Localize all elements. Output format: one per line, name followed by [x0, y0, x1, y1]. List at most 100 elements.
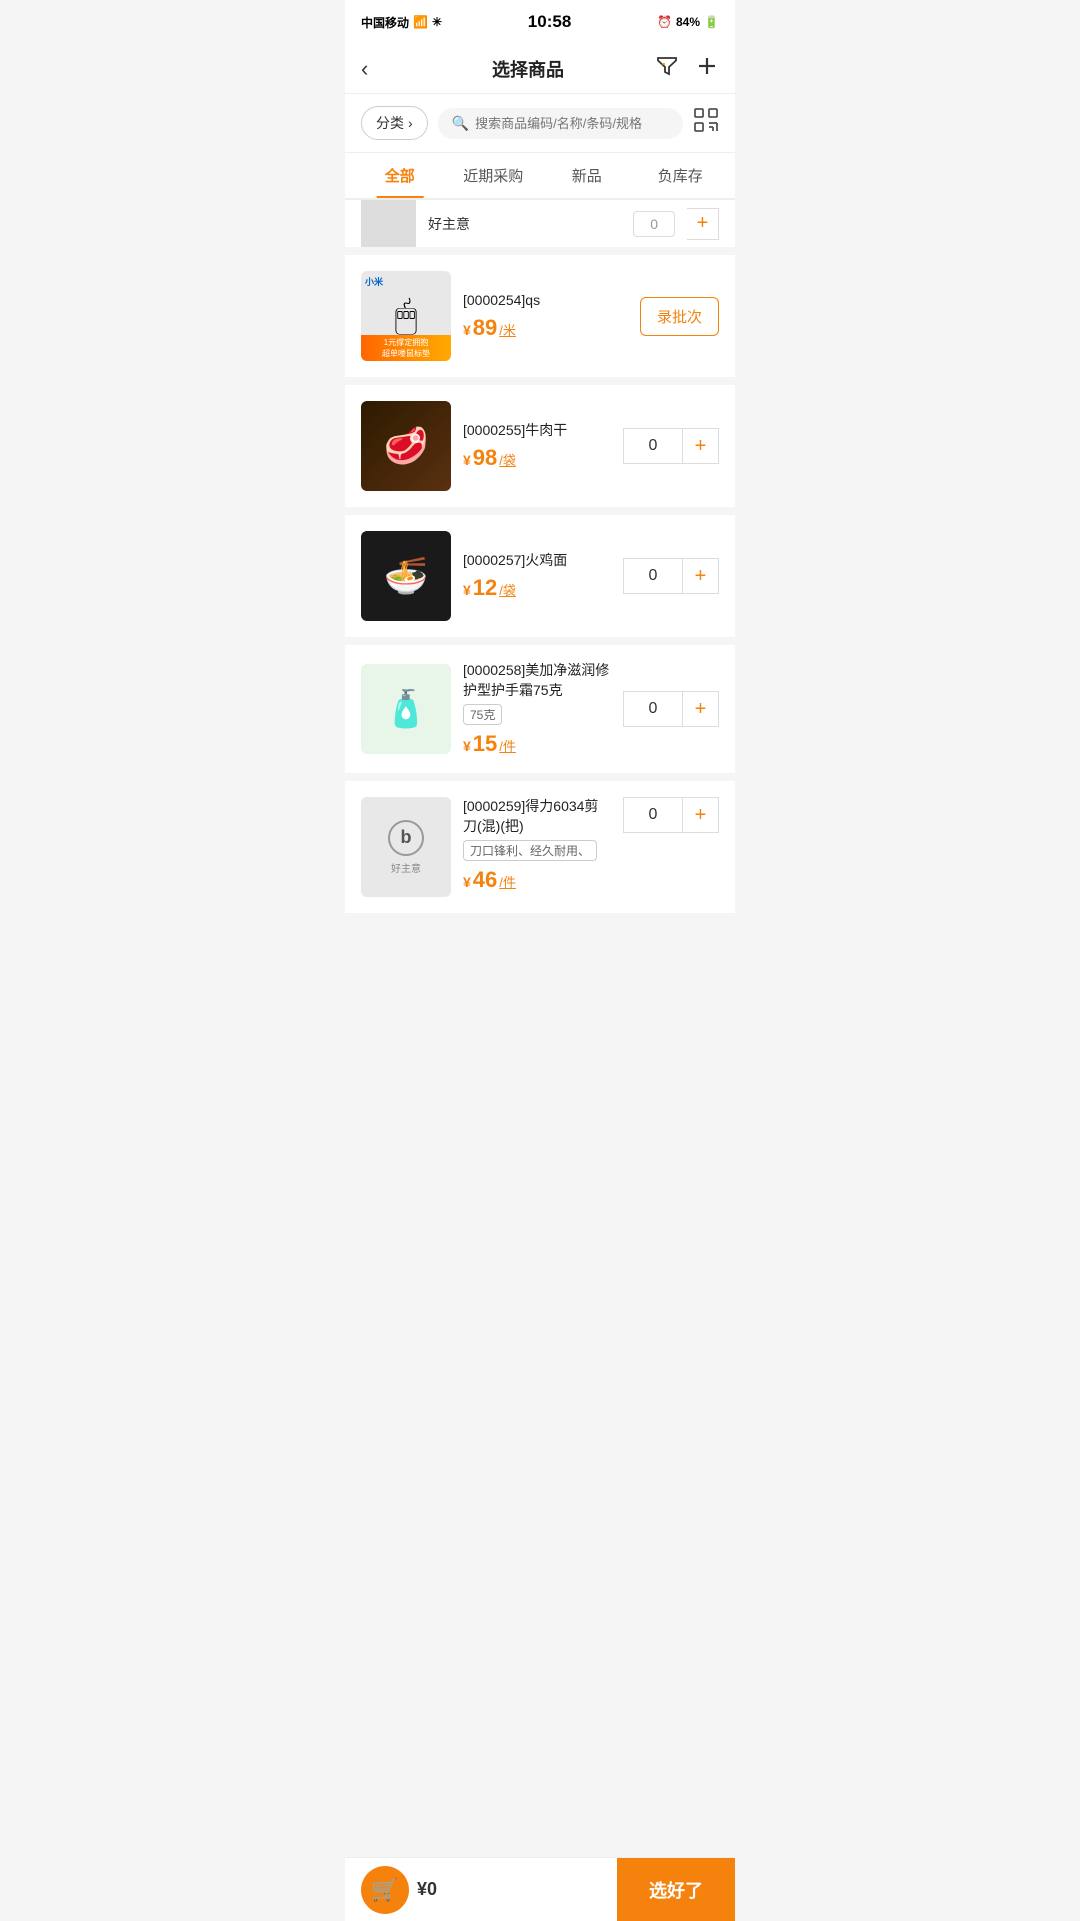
- header-actions: [655, 54, 719, 84]
- search-area: 分类 › 🔍: [345, 94, 735, 153]
- category-button[interactable]: 分类 ›: [361, 106, 428, 140]
- back-button[interactable]: ‹: [361, 56, 401, 82]
- battery-text: 84%: [676, 15, 700, 29]
- quantity-display: 0: [623, 797, 683, 833]
- product-action: 0 +: [623, 558, 719, 594]
- tab-all[interactable]: 全部: [353, 153, 447, 198]
- product-action: 0 +: [623, 797, 719, 833]
- filter-icon[interactable]: [655, 54, 679, 84]
- product-info: [0000255]牛肉干 ¥ 98 /袋: [463, 421, 611, 471]
- product-emoji: 🍜: [384, 555, 429, 597]
- quantity-display: 0: [623, 428, 683, 464]
- product-badge: 1元撑定拥抱超单喽鼠标垫: [361, 335, 451, 361]
- product-price: ¥ 12 /袋: [463, 575, 611, 601]
- product-image: 小米 🖱 1元撑定拥抱超单喽鼠标垫: [361, 271, 451, 361]
- quantity-stepper: 0 +: [623, 428, 719, 464]
- product-emoji: 🥩: [384, 425, 429, 467]
- add-icon[interactable]: [695, 54, 719, 84]
- header: ‹ 选择商品: [345, 44, 735, 94]
- chevron-right-icon: ›: [408, 115, 413, 131]
- product-emoji: 🖱: [395, 295, 418, 338]
- product-list: 小米 🖱 1元撑定拥抱超单喽鼠标垫 [0000254]qs ¥ 89 /米 录批…: [345, 255, 735, 921]
- tab-recent[interactable]: 近期采购: [447, 153, 541, 198]
- product-item: 🧴 [0000258]美加净滋润修护型护手霜75克 75克 ¥ 15 /件 0 …: [345, 645, 735, 781]
- quantity-stepper: 0 +: [623, 797, 719, 833]
- product-info: [0000254]qs ¥ 89 /米: [463, 291, 628, 341]
- product-price: ¥ 98 /袋: [463, 445, 611, 471]
- quantity-increase-button[interactable]: +: [683, 691, 719, 727]
- search-box: 🔍: [438, 108, 683, 139]
- quantity-display: 0: [623, 691, 683, 727]
- alarm-icon: ⏰: [657, 15, 672, 29]
- bottom-bar: 🛒 ¥0 选好了: [345, 1857, 735, 1921]
- cart-section: 🛒 ¥0: [345, 1866, 617, 1914]
- cart-icon: 🛒: [371, 1877, 398, 1903]
- brand-logo: b: [388, 820, 424, 856]
- quantity-stepper: 0 +: [623, 558, 719, 594]
- product-info: [0000257]火鸡面 ¥ 12 /袋: [463, 551, 611, 601]
- scan-icon[interactable]: [693, 107, 719, 139]
- partial-product-item: 好主意 0 +: [345, 200, 735, 255]
- price-number: 46: [473, 867, 497, 893]
- product-action: 0 +: [623, 428, 719, 464]
- quantity-stepper: 0 +: [623, 691, 719, 727]
- wifi-icon: 📶: [413, 15, 428, 29]
- partial-product-name: 好主意: [428, 214, 470, 234]
- product-image: b 好主意: [361, 797, 451, 897]
- product-item: 🥩 [0000255]牛肉干 ¥ 98 /袋 0 +: [345, 385, 735, 515]
- price-unit: /米: [499, 320, 516, 339]
- product-emoji: 🧴: [384, 688, 429, 730]
- product-action: 0 +: [623, 691, 719, 727]
- price-unit: /件: [499, 872, 516, 891]
- product-name: [0000259]得力6034剪刀(混)(把): [463, 797, 611, 836]
- product-name: [0000254]qs: [463, 291, 628, 311]
- product-image: 🧴: [361, 664, 451, 754]
- product-tag: 75克: [463, 704, 502, 725]
- confirm-button[interactable]: 选好了: [617, 1858, 735, 1921]
- product-name: [0000258]美加净滋润修护型护手霜75克: [463, 661, 611, 700]
- tab-negative[interactable]: 负库存: [634, 153, 728, 198]
- category-label: 分类: [376, 113, 404, 133]
- quantity-increase-button[interactable]: +: [683, 558, 719, 594]
- product-info: [0000258]美加净滋润修护型护手霜75克 75克 ¥ 15 /件: [463, 661, 611, 757]
- carrier-text: 中国移动: [361, 14, 409, 31]
- page-title: 选择商品: [492, 56, 564, 82]
- signal-icon: ✳: [432, 15, 442, 29]
- price-unit: /件: [499, 736, 516, 755]
- quantity-display: 0: [623, 558, 683, 594]
- product-image: 🥩: [361, 401, 451, 491]
- product-name: [0000257]火鸡面: [463, 551, 611, 571]
- partial-product-image: [361, 200, 416, 251]
- filter-tabs: 全部 近期采购 新品 负库存: [345, 153, 735, 200]
- product-price: ¥ 46 /件: [463, 867, 611, 893]
- search-input[interactable]: [475, 116, 669, 131]
- price-symbol: ¥: [463, 452, 471, 468]
- product-item: 🍜 [0000257]火鸡面 ¥ 12 /袋 0 +: [345, 515, 735, 645]
- quantity-increase-button[interactable]: +: [683, 797, 719, 833]
- price-symbol: ¥: [463, 322, 471, 338]
- product-item: b 好主意 [0000259]得力6034剪刀(混)(把) 刀口锋利、经久耐用、…: [345, 781, 735, 921]
- status-left: 中国移动 📶 ✳: [361, 14, 442, 31]
- product-price: ¥ 89 /米: [463, 315, 628, 341]
- search-icon: 🔍: [452, 115, 469, 132]
- price-number: 98: [473, 445, 497, 471]
- brand-logo: 小米: [365, 275, 383, 288]
- tab-new[interactable]: 新品: [540, 153, 634, 198]
- product-name: [0000255]牛肉干: [463, 421, 611, 441]
- status-time: 10:58: [528, 12, 571, 32]
- status-right: ⏰ 84% 🔋: [657, 15, 719, 29]
- price-number: 89: [473, 315, 497, 341]
- battery-icon: 🔋: [704, 15, 719, 29]
- price-number: 12: [473, 575, 497, 601]
- price-symbol: ¥: [463, 582, 471, 598]
- price-unit: /袋: [499, 450, 516, 469]
- price-unit: /袋: [499, 580, 516, 599]
- batch-button[interactable]: 录批次: [640, 297, 719, 336]
- bottom-padding: [345, 921, 735, 991]
- product-item: 小米 🖱 1元撑定拥抱超单喽鼠标垫 [0000254]qs ¥ 89 /米 录批…: [345, 255, 735, 385]
- cart-button[interactable]: 🛒: [361, 1866, 409, 1914]
- quantity-increase-button[interactable]: +: [683, 428, 719, 464]
- product-info: [0000259]得力6034剪刀(混)(把) 刀口锋利、经久耐用、 ¥ 46 …: [463, 797, 611, 893]
- status-bar: 中国移动 📶 ✳ 10:58 ⏰ 84% 🔋: [345, 0, 735, 44]
- brand-name: 好主意: [391, 860, 421, 875]
